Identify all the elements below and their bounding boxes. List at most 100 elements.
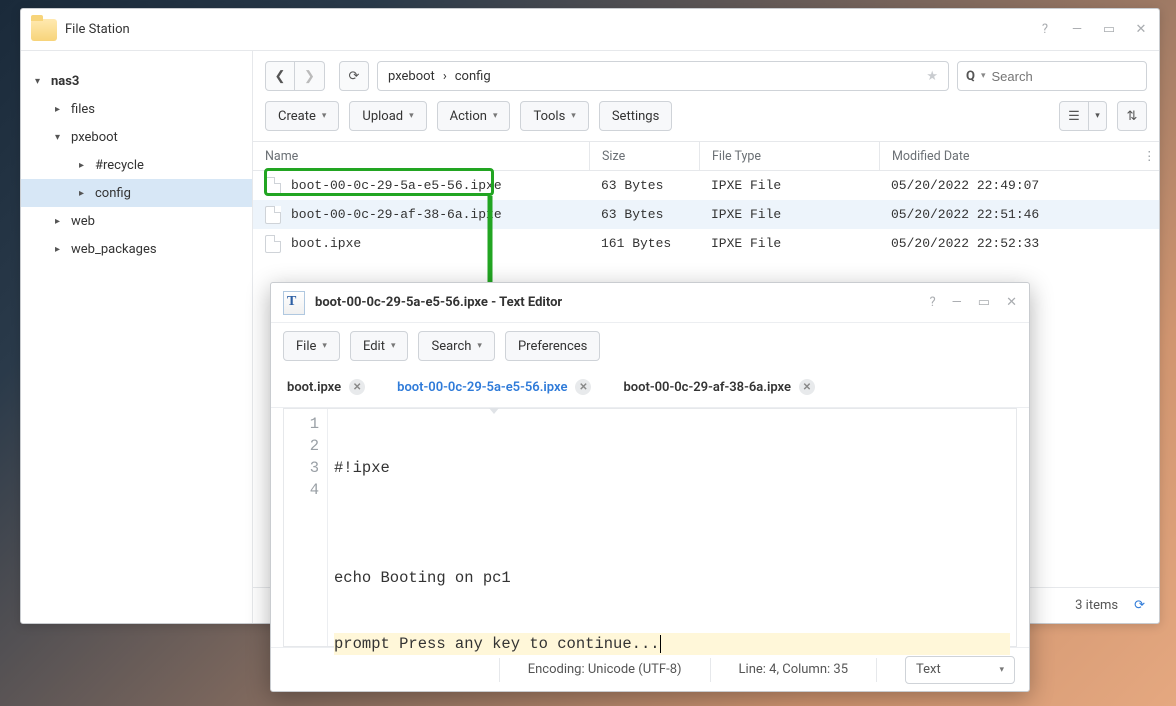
chevron-right-icon[interactable]: ▸ (55, 216, 65, 227)
action-button[interactable]: Action▾ (437, 101, 511, 131)
reload-button[interactable]: ⟳ (339, 61, 369, 91)
sidebar-root-label: nas3 (51, 74, 79, 89)
tab-label: boot-00-0c-29-5a-e5-56.ipxe (397, 380, 567, 395)
sidebar-root-nas3[interactable]: ▾ nas3 (21, 67, 252, 95)
chevron-right-icon[interactable]: ▸ (55, 244, 65, 255)
table-header: Name Size File Type Modified Date ⋮ (253, 141, 1159, 171)
sidebar-item-files[interactable]: ▸ files (21, 95, 252, 123)
tab-close-icon[interactable]: ✕ (799, 379, 815, 395)
breadcrumb[interactable]: pxeboot › config ★ (377, 61, 949, 91)
minimize-icon[interactable]: — (952, 295, 962, 310)
maximize-icon[interactable]: ▭ (1101, 22, 1117, 38)
search-input[interactable]: Q ▾ (957, 61, 1147, 91)
tools-button[interactable]: Tools▾ (520, 101, 588, 131)
breadcrumb-segment[interactable]: pxeboot (388, 69, 435, 84)
search-field[interactable] (992, 69, 1168, 84)
tab-close-icon[interactable]: ✕ (349, 379, 365, 395)
breadcrumb-segment[interactable]: config (455, 69, 491, 84)
folder-icon (31, 19, 57, 41)
sidebar-item-config[interactable]: ▸ config (21, 179, 252, 207)
help-icon[interactable]: ? (929, 295, 935, 310)
sidebar-item-label: #recycle (95, 158, 144, 173)
search-menu-button[interactable]: Search▾ (418, 331, 494, 361)
column-menu-icon[interactable]: ⋮ (1131, 148, 1159, 164)
column-modified[interactable]: Modified Date (879, 142, 1131, 170)
sidebar: ▾ nas3 ▸ files ▾ pxeboot ▸ #recycle ▸ co… (21, 51, 253, 623)
column-name[interactable]: Name (253, 149, 589, 164)
file-icon (265, 206, 281, 224)
table-row[interactable]: boot-00-0c-29-5a-e5-56.ipxe 63 Bytes IPX… (253, 171, 1159, 200)
sidebar-item-label: web_packages (71, 242, 157, 257)
file-modified: 05/20/2022 22:49:07 (879, 178, 1159, 193)
file-station-titlebar[interactable]: File Station ? — ▭ ✕ (21, 9, 1159, 51)
sort-button[interactable]: ⇅ (1117, 101, 1147, 131)
nav-forward-button[interactable]: ❯ (295, 61, 325, 91)
file-modified: 05/20/2022 22:52:33 (879, 236, 1159, 251)
sidebar-item-label: files (71, 102, 95, 117)
sidebar-item-label: web (71, 214, 95, 229)
chevron-right-icon: › (443, 69, 447, 84)
sidebar-item-pxeboot[interactable]: ▾ pxeboot (21, 123, 252, 151)
line-gutter: 1 2 3 4 (284, 409, 328, 646)
minimize-icon[interactable]: — (1069, 22, 1085, 38)
sidebar-item-web-packages[interactable]: ▸ web_packages (21, 235, 252, 263)
settings-button[interactable]: Settings (599, 101, 672, 131)
chevron-right-icon[interactable]: ▸ (55, 104, 65, 115)
file-icon (265, 177, 281, 195)
file-icon (265, 235, 281, 253)
file-size: 63 Bytes (589, 207, 699, 222)
code-content[interactable]: #!ipxe echo Booting on pc1 prompt Press … (328, 409, 1016, 646)
preferences-button[interactable]: Preferences (505, 331, 600, 361)
app-title: File Station (65, 22, 130, 37)
tab-label: boot.ipxe (287, 380, 341, 395)
file-name: boot-00-0c-29-5a-e5-56.ipxe (291, 178, 502, 193)
tab-third[interactable]: boot-00-0c-29-af-38-6a.ipxe ✕ (619, 373, 819, 407)
file-type: IPXE File (699, 236, 879, 251)
file-type: IPXE File (699, 207, 879, 222)
help-icon[interactable]: ? (1037, 22, 1053, 38)
chevron-right-icon[interactable]: ▸ (79, 188, 89, 199)
cursor (660, 635, 661, 653)
chevron-right-icon[interactable]: ▸ (79, 160, 89, 171)
tab-active[interactable]: boot-00-0c-29-5a-e5-56.ipxe ✕ (393, 373, 595, 407)
table-row[interactable]: boot-00-0c-29-af-38-6a.ipxe 63 Bytes IPX… (253, 200, 1159, 229)
code-line: #!ipxe (334, 457, 1010, 479)
file-size: 161 Bytes (589, 236, 699, 251)
sidebar-item-web[interactable]: ▸ web (21, 207, 252, 235)
close-icon[interactable]: ✕ (1133, 22, 1149, 38)
upload-button[interactable]: Upload▾ (349, 101, 426, 131)
refresh-icon[interactable]: ⟳ (1134, 598, 1145, 613)
code-line-active: prompt Press any key to continue... (334, 633, 1010, 655)
text-editor-titlebar[interactable]: boot-00-0c-29-5a-e5-56.ipxe - Text Edito… (271, 283, 1029, 323)
view-dropdown-button[interactable]: ▾ (1089, 101, 1107, 131)
tab-label: boot-00-0c-29-af-38-6a.ipxe (623, 380, 791, 395)
nav-back-button[interactable]: ❮ (265, 61, 295, 91)
code-line: echo Booting on pc1 (334, 567, 1010, 589)
table-row[interactable]: boot.ipxe 161 Bytes IPXE File 05/20/2022… (253, 229, 1159, 258)
maximize-icon[interactable]: ▭ (978, 295, 990, 310)
item-count: 3 items (1075, 598, 1118, 613)
create-button[interactable]: Create▾ (265, 101, 339, 131)
code-editor[interactable]: 1 2 3 4 #!ipxe echo Booting on pc1 promp… (283, 408, 1017, 647)
close-icon[interactable]: ✕ (1006, 295, 1017, 310)
star-icon[interactable]: ★ (926, 69, 938, 84)
chevron-down-icon[interactable]: ▾ (981, 71, 986, 81)
sidebar-item-label: pxeboot (71, 130, 118, 145)
tab-boot-ipxe[interactable]: boot.ipxe ✕ (283, 373, 369, 407)
file-name: boot-00-0c-29-af-38-6a.ipxe (291, 207, 502, 222)
sidebar-item-recycle[interactable]: ▸ #recycle (21, 151, 252, 179)
tab-close-icon[interactable]: ✕ (575, 379, 591, 395)
file-name: boot.ipxe (291, 236, 361, 251)
text-editor-icon (283, 291, 305, 315)
window-title: boot-00-0c-29-5a-e5-56.ipxe - Text Edito… (315, 295, 562, 310)
chevron-down-icon[interactable]: ▾ (35, 76, 45, 87)
column-filetype[interactable]: File Type (699, 142, 879, 170)
view-list-button[interactable]: ☰ (1059, 101, 1089, 131)
text-editor-window: boot-00-0c-29-5a-e5-56.ipxe - Text Edito… (270, 282, 1030, 692)
edit-menu-button[interactable]: Edit▾ (350, 331, 409, 361)
file-size: 63 Bytes (589, 178, 699, 193)
editor-tabs: boot.ipxe ✕ boot-00-0c-29-5a-e5-56.ipxe … (271, 369, 1029, 408)
column-size[interactable]: Size (589, 142, 699, 170)
chevron-down-icon[interactable]: ▾ (55, 132, 65, 143)
file-menu-button[interactable]: File▾ (283, 331, 340, 361)
